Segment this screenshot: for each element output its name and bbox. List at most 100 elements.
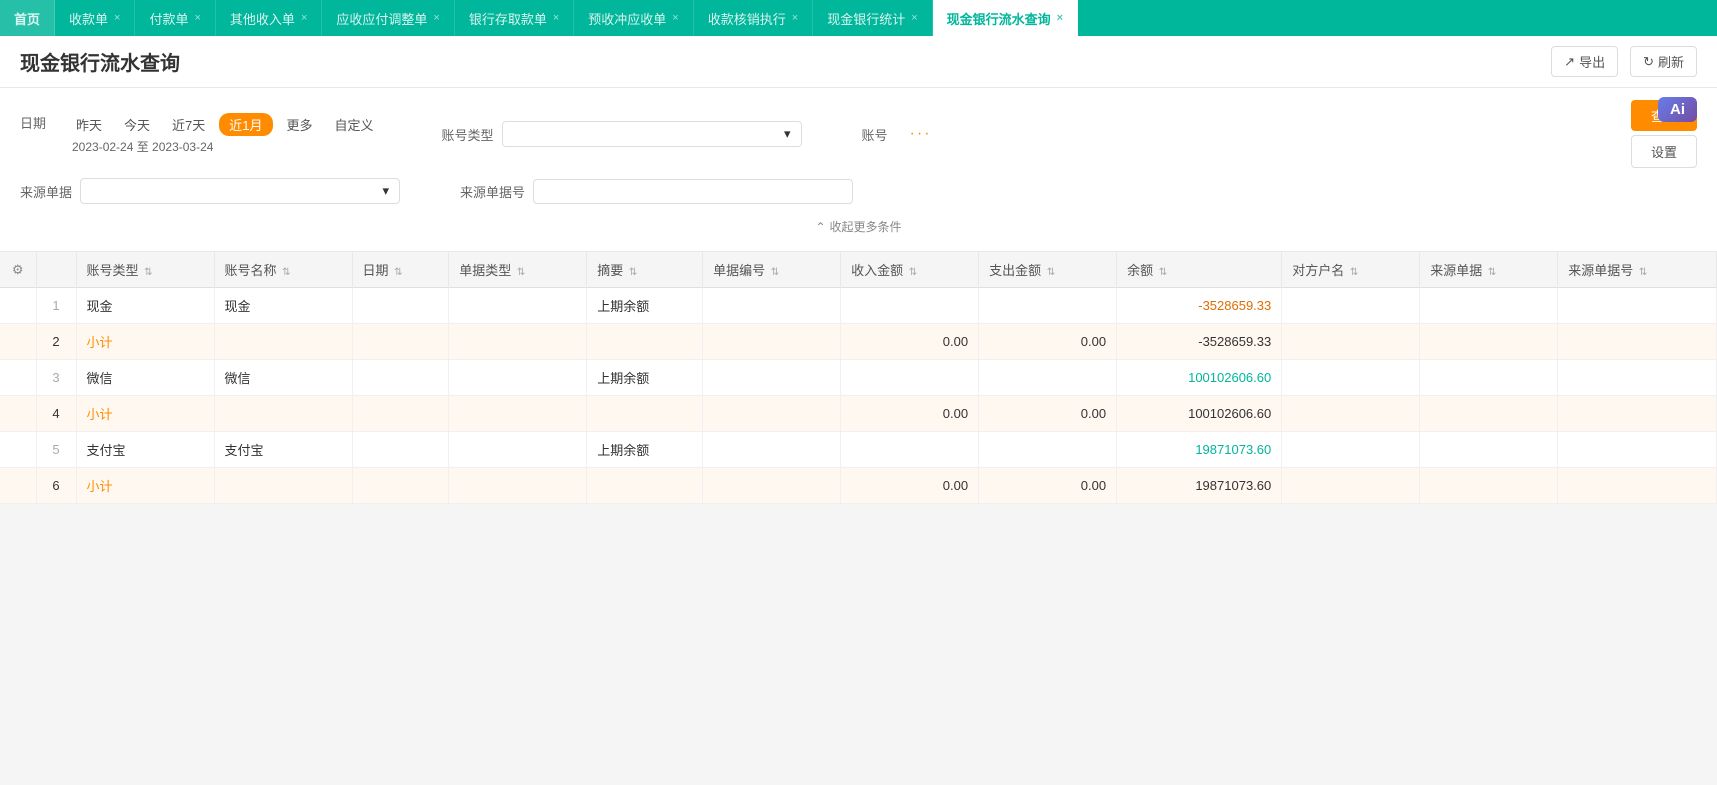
- nav-tab-home-label: 首页: [14, 9, 40, 28]
- nav-tab-cash-bank-flow-label: 现金银行流水查询: [947, 9, 1051, 28]
- close-receipt-icon[interactable]: ×: [114, 12, 120, 24]
- row-balance: 100102606.60: [1117, 396, 1282, 432]
- row-account-type: 小计: [76, 468, 214, 504]
- close-prepay-offset-icon[interactable]: ×: [672, 12, 678, 24]
- col-doc-no[interactable]: 单据编号 ⇅: [703, 252, 841, 288]
- nav-tab-payment-label: 付款单: [149, 9, 188, 28]
- row-doc-type: [449, 396, 587, 432]
- date-opt-custom[interactable]: 自定义: [327, 113, 382, 136]
- row-summary: 上期余额: [587, 432, 703, 468]
- nav-tab-prepay-offset-label: 预收冲应收单: [588, 9, 666, 28]
- account-type-select[interactable]: ▾: [502, 121, 802, 147]
- refresh-button[interactable]: ↻ 刷新: [1630, 46, 1697, 77]
- date-opt-1month[interactable]: 近1月: [219, 113, 272, 136]
- date-options: 昨天 今天 近7天 近1月 更多 自定义: [68, 113, 382, 136]
- date-opt-yesterday[interactable]: 昨天: [68, 113, 110, 136]
- nav-tab-receipt-label: 收款单: [69, 9, 108, 28]
- row-expense: 0.00: [979, 324, 1117, 360]
- col-date[interactable]: 日期 ⇅: [352, 252, 449, 288]
- source-doc-no-input[interactable]: [533, 179, 853, 204]
- source-doc-select[interactable]: ▾: [80, 178, 400, 204]
- nav-tab-prepay-offset[interactable]: 预收冲应收单 ×: [574, 0, 693, 36]
- close-collect-exec-icon[interactable]: ×: [792, 12, 798, 24]
- nav-tab-ap-ar-adj[interactable]: 应收应付调整单 ×: [322, 0, 454, 36]
- col-account-name[interactable]: 账号名称 ⇅: [214, 252, 352, 288]
- row-gear-cell: [0, 396, 36, 432]
- nav-tab-cash-bank-stat-label: 现金银行统计: [827, 9, 905, 28]
- date-opt-more[interactable]: 更多: [279, 113, 321, 136]
- row-source-doc: [1420, 324, 1558, 360]
- row-counterparty: [1282, 468, 1420, 504]
- collapse-bar[interactable]: ⌃ 收起更多条件: [20, 214, 1697, 239]
- row-balance: -3528659.33: [1117, 288, 1282, 324]
- row-gear-cell: [0, 360, 36, 396]
- row-summary: 上期余额: [587, 288, 703, 324]
- account-ellipsis[interactable]: ···: [910, 125, 932, 143]
- source-doc-no-filter-group: 来源单据号: [460, 179, 853, 204]
- col-income[interactable]: 收入金额 ⇅: [841, 252, 979, 288]
- table-row: 6小计0.000.0019871073.60: [0, 468, 1717, 504]
- account-type-dropdown-icon: ▾: [784, 126, 791, 142]
- row-account-name: 支付宝: [214, 432, 352, 468]
- header-actions: ↗ 导出 ↻ 刷新: [1551, 46, 1697, 77]
- nav-tab-cash-bank-flow[interactable]: 现金银行流水查询 ×: [933, 0, 1078, 36]
- close-bank-deposit-icon[interactable]: ×: [553, 12, 559, 24]
- row-summary: [587, 468, 703, 504]
- row-income: 0.00: [841, 396, 979, 432]
- row-counterparty: [1282, 324, 1420, 360]
- export-button[interactable]: ↗ 导出: [1551, 46, 1618, 77]
- close-other-income-icon[interactable]: ×: [301, 12, 307, 24]
- top-nav: 首页 收款单 × 付款单 × 其他收入单 × 应收应付调整单 × 银行存取款单 …: [0, 0, 1717, 36]
- nav-tab-bank-deposit[interactable]: 银行存取款单 ×: [455, 0, 574, 36]
- source-doc-no-label: 来源单据号: [460, 182, 525, 201]
- filter-row-2: 来源单据 ▾ 来源单据号: [20, 178, 1697, 204]
- nav-tab-payment[interactable]: 付款单 ×: [135, 0, 215, 36]
- row-doc-no: [703, 360, 841, 396]
- account-type-label: 账号类型: [442, 125, 494, 144]
- row-gear-cell: [0, 324, 36, 360]
- settings-button[interactable]: 设置: [1631, 135, 1697, 168]
- close-ap-ar-adj-icon[interactable]: ×: [433, 12, 439, 24]
- nav-tab-other-income[interactable]: 其他收入单 ×: [216, 0, 322, 36]
- row-summary: 上期余额: [587, 360, 703, 396]
- nav-tab-cash-bank-stat[interactable]: 现金银行统计 ×: [813, 0, 932, 36]
- col-gear: ⚙: [0, 252, 36, 288]
- ai-badge[interactable]: Ai: [1658, 97, 1697, 122]
- row-source-doc: [1420, 288, 1558, 324]
- nav-tab-collect-exec[interactable]: 收款核销执行 ×: [694, 0, 813, 36]
- refresh-label: 刷新: [1658, 52, 1684, 71]
- row-doc-type: [449, 288, 587, 324]
- row-source-doc: [1420, 468, 1558, 504]
- row-account-type: 支付宝: [76, 432, 214, 468]
- row-expense: 0.00: [979, 468, 1117, 504]
- col-expense[interactable]: 支出金额 ⇅: [979, 252, 1117, 288]
- row-counterparty: [1282, 288, 1420, 324]
- source-doc-dropdown-icon: ▾: [382, 183, 389, 199]
- page-header: 现金银行流水查询 ↗ 导出 ↻ 刷新: [0, 36, 1717, 88]
- col-summary[interactable]: 摘要 ⇅: [587, 252, 703, 288]
- column-settings-icon[interactable]: ⚙: [12, 262, 24, 277]
- row-source-doc-no: [1558, 360, 1717, 396]
- col-counterparty[interactable]: 对方户名 ⇅: [1282, 252, 1420, 288]
- row-gear-cell: [0, 468, 36, 504]
- nav-tab-receipt[interactable]: 收款单 ×: [55, 0, 135, 36]
- date-opt-today[interactable]: 今天: [116, 113, 158, 136]
- col-source-doc-no[interactable]: 来源单据号 ⇅: [1558, 252, 1717, 288]
- close-cash-bank-stat-icon[interactable]: ×: [911, 12, 917, 24]
- row-date: [352, 360, 449, 396]
- row-account-name: [214, 468, 352, 504]
- date-opt-7days[interactable]: 近7天: [164, 113, 213, 136]
- close-cash-bank-flow-icon[interactable]: ×: [1057, 12, 1063, 24]
- data-table: ⚙ 账号类型 ⇅ 账号名称 ⇅ 日期 ⇅ 单据类型 ⇅ 摘要 ⇅ 单据编号 ⇅ …: [0, 252, 1717, 504]
- row-income: 0.00: [841, 324, 979, 360]
- col-balance[interactable]: 余额 ⇅: [1117, 252, 1282, 288]
- col-account-type[interactable]: 账号类型 ⇅: [76, 252, 214, 288]
- row-expense: 0.00: [979, 396, 1117, 432]
- row-account-type: 现金: [76, 288, 214, 324]
- row-seq: 5: [36, 432, 76, 468]
- col-source-doc[interactable]: 来源单据 ⇅: [1420, 252, 1558, 288]
- export-label: 导出: [1579, 52, 1605, 71]
- col-doc-type[interactable]: 单据类型 ⇅: [449, 252, 587, 288]
- close-payment-icon[interactable]: ×: [194, 12, 200, 24]
- nav-tab-home[interactable]: 首页: [0, 0, 55, 36]
